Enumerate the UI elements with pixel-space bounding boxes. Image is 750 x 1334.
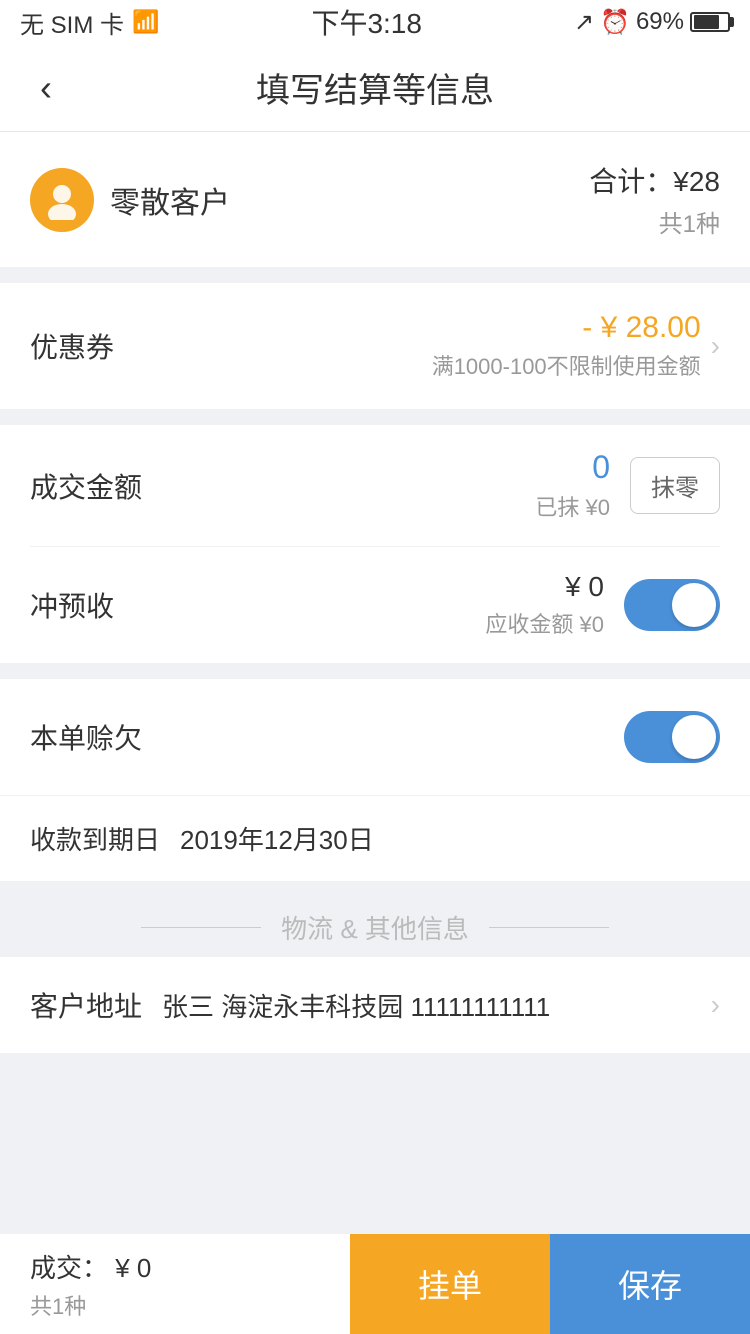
battery-icon <box>690 12 730 32</box>
address-label: 客户地址 <box>30 985 142 1025</box>
status-time: 下午3:18 <box>311 2 422 42</box>
debt-toggle-knob <box>672 715 716 759</box>
nav-bar: ‹ 填写结算等信息 <box>0 44 750 132</box>
no-sim-text: 无 SIM 卡 <box>20 5 124 40</box>
customer-right: 合计：¥28 共1种 <box>589 160 720 239</box>
coupon-right: - ¥ 28.00 满1000-100不限制使用金额 › <box>432 311 720 381</box>
address-row[interactable]: 客户地址 张三 海淀永丰科技园 11111111111 › <box>0 957 750 1053</box>
status-right: ↗ ⏰ 69% <box>574 8 730 37</box>
transaction-row: 成交金额 0 已抹 ¥0 抹零 <box>0 425 750 546</box>
amount-section: 成交金额 0 已抹 ¥0 抹零 冲预收 ¥ 0 应收金额 ¥0 <box>0 425 750 663</box>
hang-button[interactable]: 挂单 <box>350 1234 550 1334</box>
toggle-knob <box>672 583 716 627</box>
coupon-section: 优惠券 - ¥ 28.00 满1000-100不限制使用金额 › <box>0 283 750 409</box>
save-button[interactable]: 保存 <box>550 1234 750 1334</box>
coupon-row[interactable]: 优惠券 - ¥ 28.00 满1000-100不限制使用金额 › <box>0 283 750 409</box>
page-title: 填写结算等信息 <box>256 63 494 112</box>
round-button[interactable]: 抹零 <box>630 457 720 514</box>
debt-label: 本单赊欠 <box>30 717 142 757</box>
transaction-value-area: 0 已抹 ¥0 <box>535 449 610 522</box>
customer-left: 零散客户 <box>30 168 230 232</box>
due-date-value: 2019年12月30日 <box>180 820 374 857</box>
already-rounded: 已抹 ¥0 <box>535 490 610 522</box>
bottom-count: 共1种 <box>30 1289 320 1321</box>
prepay-row: 冲预收 ¥ 0 应收金额 ¥0 <box>0 547 750 663</box>
customer-row: 零散客户 合计：¥28 共1种 <box>0 132 750 267</box>
battery-percent: 69% <box>636 8 684 36</box>
customer-name: 零散客户 <box>110 178 230 222</box>
coupon-desc: 满1000-100不限制使用金额 <box>432 349 701 381</box>
total-count: 共1种 <box>589 204 720 239</box>
prepay-toggle[interactable] <box>624 579 720 631</box>
status-left: 无 SIM 卡 📶 <box>20 5 159 40</box>
transaction-label: 成交金额 <box>30 466 142 506</box>
bottom-summary: 成交： ¥ 0 共1种 <box>0 1248 350 1321</box>
coupon-info: - ¥ 28.00 满1000-100不限制使用金额 <box>432 311 701 381</box>
prepay-label: 冲预收 <box>30 585 114 625</box>
customer-section: 零散客户 合计：¥28 共1种 <box>0 132 750 267</box>
avatar <box>30 168 94 232</box>
alarm-icon: ⏰ <box>600 8 630 37</box>
prepay-amount: ¥ 0 <box>485 571 604 603</box>
back-button[interactable]: ‹ <box>30 57 62 119</box>
user-icon <box>42 180 82 220</box>
prepay-right: ¥ 0 应收金额 ¥0 <box>485 571 720 639</box>
debt-row: 本单赊欠 <box>0 679 750 795</box>
location-icon: ↗ <box>574 8 594 37</box>
coupon-amount: - ¥ 28.00 <box>432 311 701 345</box>
logistics-text: 物流 & 其他信息 <box>141 909 609 946</box>
transaction-right: 0 已抹 ¥0 抹零 <box>535 449 720 522</box>
chevron-right-icon: › <box>711 330 720 362</box>
status-bar: 无 SIM 卡 📶 下午3:18 ↗ ⏰ 69% <box>0 0 750 44</box>
wifi-icon: 📶 <box>132 9 159 35</box>
bottom-deal: 成交： ¥ 0 <box>30 1248 320 1285</box>
debt-toggle[interactable] <box>624 711 720 763</box>
prepay-receivable: 应收金额 ¥0 <box>485 607 604 639</box>
transaction-value: 0 <box>535 449 610 486</box>
coupon-label: 优惠券 <box>30 326 114 366</box>
due-date-label: 收款到期日 <box>30 820 160 857</box>
logistics-divider: 物流 & 其他信息 <box>0 897 750 957</box>
debt-section: 本单赊欠 收款到期日 2019年12月30日 <box>0 679 750 881</box>
due-date-row: 收款到期日 2019年12月30日 <box>0 795 750 881</box>
bottom-bar: 成交： ¥ 0 共1种 挂单 保存 <box>0 1234 750 1334</box>
address-value: 张三 海淀永丰科技园 11111111111 <box>162 987 711 1024</box>
main-content: 零散客户 合计：¥28 共1种 优惠券 - ¥ 28.00 满1000-100不… <box>0 132 750 1269</box>
address-section: 客户地址 张三 海淀永丰科技园 11111111111 › <box>0 957 750 1053</box>
address-chevron-icon: › <box>711 989 720 1021</box>
total-amount: 合计：¥28 <box>589 160 720 200</box>
prepay-amounts: ¥ 0 应收金额 ¥0 <box>485 571 604 639</box>
bottom-actions: 挂单 保存 <box>350 1234 750 1334</box>
